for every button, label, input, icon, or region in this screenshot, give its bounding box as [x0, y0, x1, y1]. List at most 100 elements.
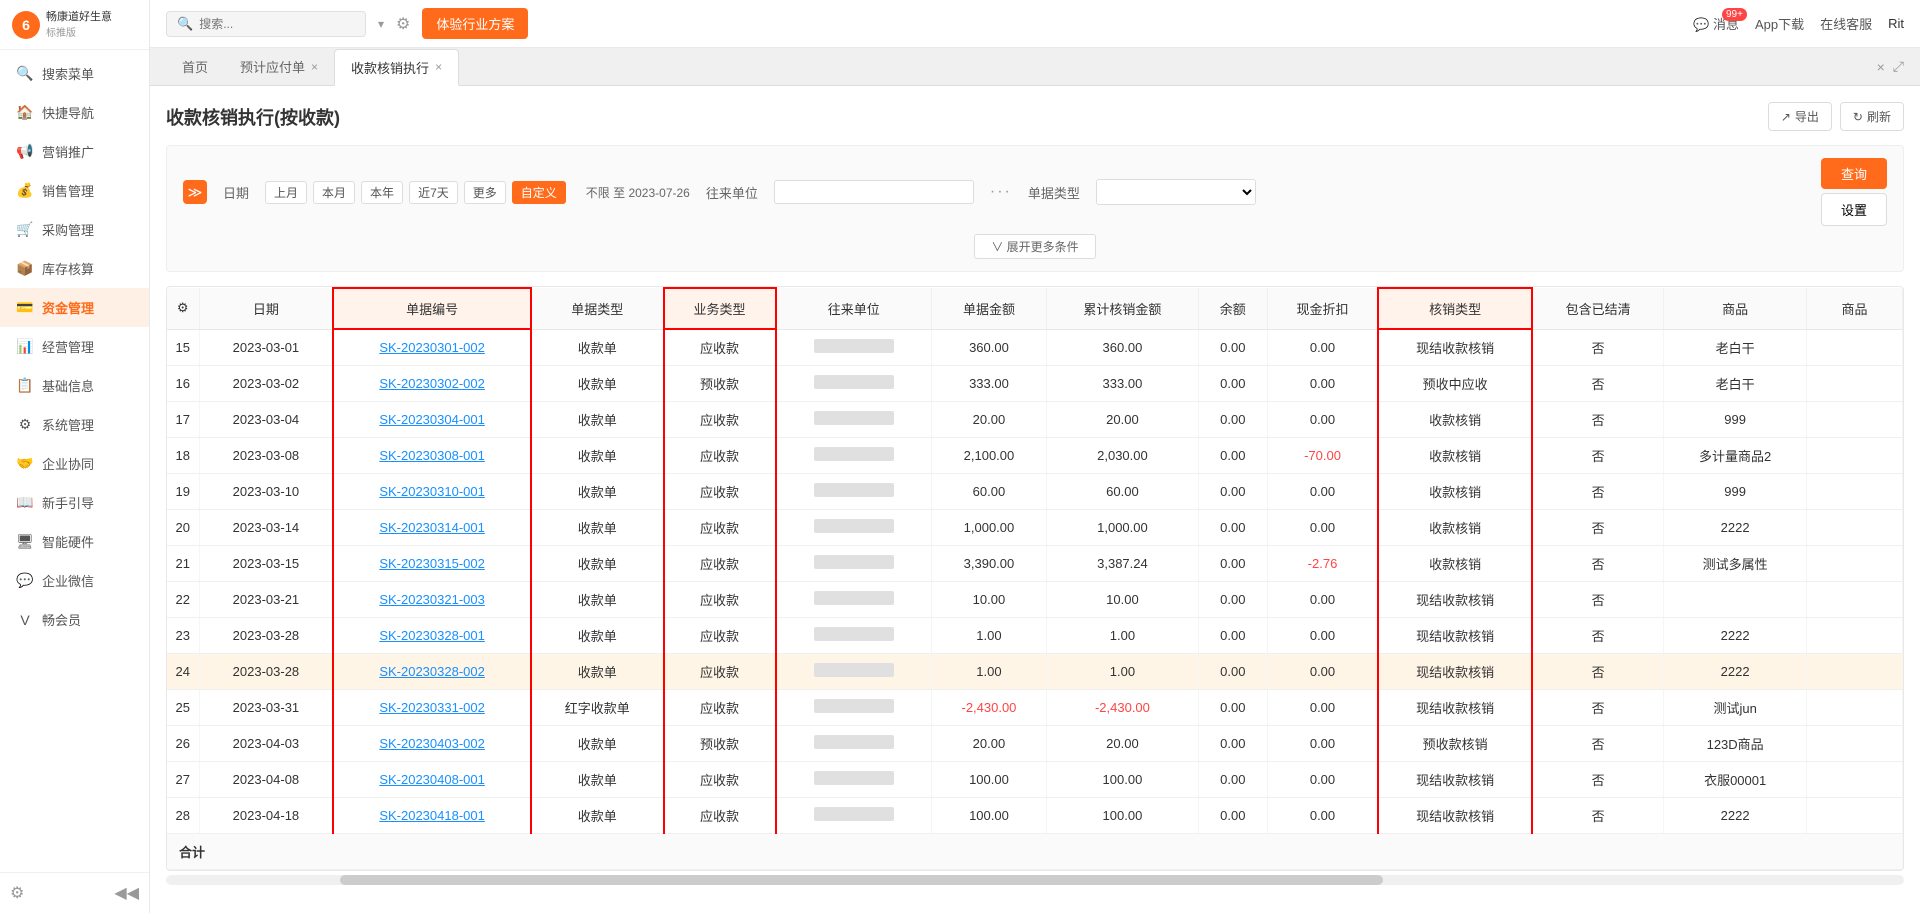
doc-no-link[interactable]: SK-20230315-002: [379, 556, 485, 571]
cell-date: 2023-03-04: [199, 402, 333, 438]
query-button[interactable]: 查询: [1821, 158, 1887, 189]
doc-no-link[interactable]: SK-20230308-001: [379, 448, 485, 463]
cell-doc-no: SK-20230408-001: [333, 762, 531, 798]
doc-no-link[interactable]: SK-20230314-001: [379, 520, 485, 535]
date-7days-btn[interactable]: 近7天: [409, 181, 458, 204]
sidebar-operation-icon: 📊: [16, 338, 34, 355]
sidebar-item-purchase[interactable]: 🛒采购管理: [0, 210, 149, 249]
filter-expand-button[interactable]: ≫: [183, 180, 207, 204]
message-area[interactable]: 💬 消息 99+: [1693, 14, 1739, 33]
sidebar-item-search[interactable]: 🔍搜索菜单: [0, 54, 149, 93]
sidebar-member-icon: V: [16, 612, 34, 628]
cell-doc-type: 收款单: [531, 762, 664, 798]
doc-no-link[interactable]: SK-20230331-002: [379, 700, 485, 715]
doc-no-link[interactable]: SK-20230310-001: [379, 484, 485, 499]
collapse-icon[interactable]: ◀◀: [114, 883, 139, 903]
tab-close-all-icon[interactable]: ×: [1877, 59, 1885, 75]
doc-no-link[interactable]: SK-20230328-001: [379, 628, 485, 643]
dropdown-chevron-icon[interactable]: ▾: [378, 17, 384, 31]
cell-verify-type: 现结收款核销: [1378, 690, 1532, 726]
sidebar-item-basics-label: 基础信息: [42, 376, 94, 395]
tab-collection-exec[interactable]: 收款核销执行 ×: [334, 49, 459, 86]
expand-more-button[interactable]: ∨ 展开更多条件: [974, 234, 1095, 259]
topbar: 🔍 ▾ ⚙ 体验行业方案 💬 消息 99+ App下载 在线客服 Rit: [150, 0, 1920, 48]
sidebar-item-member[interactable]: V畅会员: [0, 600, 149, 639]
tab-pre-payment-close-icon[interactable]: ×: [311, 60, 318, 74]
sidebar-item-marketing-label: 营销推广: [42, 142, 94, 161]
search-icon: 🔍: [177, 16, 193, 32]
main-area: 🔍 ▾ ⚙ 体验行业方案 💬 消息 99+ App下载 在线客服 Rit 首页 …: [150, 0, 1920, 913]
sidebar-item-inventory[interactable]: 📦库存核算: [0, 249, 149, 288]
online-service-link[interactable]: 在线客服: [1820, 14, 1872, 33]
cell-verify-type: 收款核销: [1378, 474, 1532, 510]
cell-product1: 123D商品: [1664, 726, 1807, 762]
cell-cash-discount: 0.00: [1267, 329, 1378, 366]
sidebar-guide-icon: 📖: [16, 494, 34, 511]
settings-filter-button[interactable]: 设置: [1821, 193, 1887, 226]
sidebar-item-quick[interactable]: 🏠快捷导航: [0, 93, 149, 132]
sidebar-item-sales[interactable]: 💰销售管理: [0, 171, 149, 210]
cell-amount: 1.00: [931, 654, 1046, 690]
sidebar-item-corp[interactable]: 🤝企业协同: [0, 444, 149, 483]
message-icon: 💬: [1693, 17, 1709, 32]
doc-no-link[interactable]: SK-20230328-002: [379, 664, 485, 679]
cell-verify-type: 收款核销: [1378, 438, 1532, 474]
table-scrollbar-thumb[interactable]: [340, 875, 1383, 885]
date-custom-btn[interactable]: 自定义: [512, 181, 566, 204]
tab-maximize-icon[interactable]: ⤢: [1893, 58, 1904, 75]
sidebar-item-guide[interactable]: 📖新手引导: [0, 483, 149, 522]
sidebar-item-hardware[interactable]: 🖥智能硬件: [0, 522, 149, 561]
sidebar-item-wechat[interactable]: 💬企业微信: [0, 561, 149, 600]
doc-no-link[interactable]: SK-20230321-003: [379, 592, 485, 607]
cell-accum-amount: 1,000.00: [1046, 510, 1198, 546]
settings-icon[interactable]: ⚙: [10, 883, 24, 903]
tab-collection-exec-close-icon[interactable]: ×: [435, 60, 442, 74]
export-button[interactable]: ↗ 导出: [1768, 102, 1832, 131]
app-download-link[interactable]: App下载: [1755, 14, 1804, 33]
cell-included: 否: [1532, 582, 1664, 618]
cell-product2: [1806, 510, 1902, 546]
sidebar-item-operation[interactable]: 📊经营管理: [0, 327, 149, 366]
sidebar-item-system[interactable]: ⚙系统管理: [0, 405, 149, 444]
doc-no-link[interactable]: SK-20230301-002: [379, 340, 485, 355]
cell-accum-amount: 20.00: [1046, 402, 1198, 438]
date-more-btn[interactable]: 更多: [464, 181, 506, 204]
app-version: 标推版: [46, 24, 112, 39]
doc-no-link[interactable]: SK-20230304-001: [379, 412, 485, 427]
refresh-button[interactable]: ↻ 刷新: [1840, 102, 1904, 131]
cell-no: 20: [167, 510, 199, 546]
cell-product2: [1806, 329, 1902, 366]
cell-partner: [776, 582, 932, 618]
date-this-year-btn[interactable]: 本年: [361, 181, 403, 204]
tab-home[interactable]: 首页: [166, 49, 224, 84]
doc-no-link[interactable]: SK-20230403-002: [379, 736, 485, 751]
expand-more-area: ∨ 展开更多条件: [183, 234, 1887, 259]
cell-date: 2023-03-14: [199, 510, 333, 546]
date-last-month-btn[interactable]: 上月: [265, 181, 307, 204]
cell-product2: [1806, 438, 1902, 474]
col-settings-icon[interactable]: ⚙: [167, 288, 199, 329]
partner-input[interactable]: [774, 180, 974, 204]
cell-cash-discount: 0.00: [1267, 474, 1378, 510]
doc-no-link[interactable]: SK-20230418-001: [379, 808, 485, 823]
cell-no: 21: [167, 546, 199, 582]
cell-amount: 360.00: [931, 329, 1046, 366]
sidebar-item-finance[interactable]: 💳资金管理: [0, 288, 149, 327]
cell-doc-type: 收款单: [531, 798, 664, 834]
solution-button[interactable]: 体验行业方案: [422, 8, 528, 39]
sidebar-item-marketing[interactable]: 📢营销推广: [0, 132, 149, 171]
total-label: 合计: [167, 834, 1903, 870]
sidebar-item-basics[interactable]: 📋基础信息: [0, 366, 149, 405]
cell-doc-no: SK-20230302-002: [333, 366, 531, 402]
table-scrollbar[interactable]: [166, 875, 1904, 885]
table-row: 27 2023-04-08 SK-20230408-001 收款单 应收款 10…: [167, 762, 1903, 798]
date-this-month-btn[interactable]: 本月: [313, 181, 355, 204]
topbar-right: 💬 消息 99+ App下载 在线客服 Rit: [1693, 14, 1904, 33]
doc-no-link[interactable]: SK-20230408-001: [379, 772, 485, 787]
doc-type-select[interactable]: [1096, 179, 1256, 205]
gear-icon[interactable]: ⚙: [396, 14, 410, 34]
search-box[interactable]: 🔍: [166, 11, 366, 37]
doc-no-link[interactable]: SK-20230302-002: [379, 376, 485, 391]
tab-pre-payment[interactable]: 预计应付单 ×: [224, 49, 334, 84]
search-input[interactable]: [199, 17, 339, 31]
